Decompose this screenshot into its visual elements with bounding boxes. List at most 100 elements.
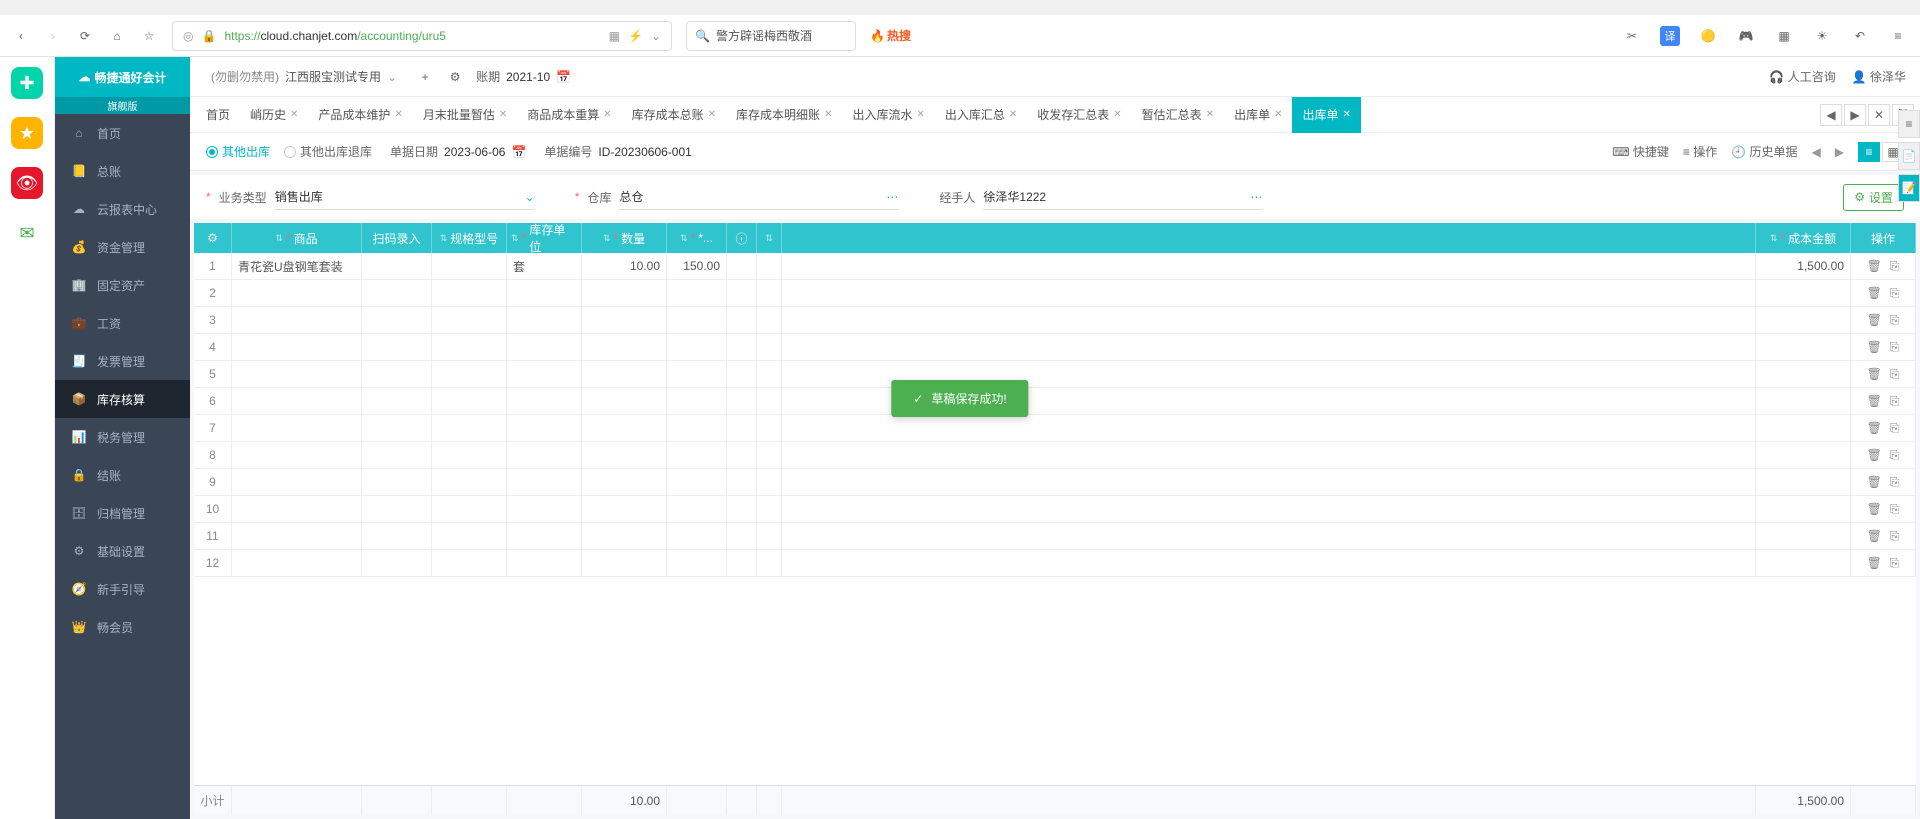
col-help[interactable]: ⓘ — [727, 223, 757, 253]
cell-unit[interactable] — [507, 550, 582, 576]
tab-next[interactable]: ▶ — [1844, 104, 1866, 126]
sidebar-item-3[interactable]: 💰资金管理 — [55, 228, 190, 266]
cell-price[interactable] — [667, 523, 727, 549]
table-row[interactable]: 3🗑⎘ — [194, 307, 1916, 334]
star-icon[interactable]: ☆ — [140, 27, 158, 45]
tab-11[interactable]: 出库单✕ — [1224, 97, 1292, 133]
close-icon[interactable]: ✕ — [1274, 109, 1282, 120]
cell-price[interactable] — [667, 307, 727, 333]
ops-link[interactable]: ≡ 操作 — [1683, 143, 1717, 160]
cell-scan[interactable] — [362, 253, 432, 279]
copy-icon[interactable]: ⎘ — [1890, 502, 1900, 517]
next-doc[interactable]: ▶ — [1835, 145, 1844, 159]
sun-icon[interactable]: ☀ — [1812, 26, 1832, 46]
tab-8[interactable]: 出入库汇总✕ — [935, 97, 1027, 133]
cell-unit[interactable]: 套 — [507, 253, 582, 279]
cell-amount[interactable] — [1756, 469, 1851, 495]
cell-spec[interactable] — [432, 388, 507, 414]
menu-icon[interactable]: ≡ — [1888, 26, 1908, 46]
cell-product[interactable] — [232, 388, 362, 414]
delete-icon[interactable]: 🗑 — [1867, 556, 1882, 570]
cell-product[interactable] — [232, 415, 362, 441]
reload-icon[interactable]: ⟳ — [76, 27, 94, 45]
table-row[interactable]: 4🗑⎘ — [194, 334, 1916, 361]
forward-icon[interactable]: › — [44, 27, 62, 45]
cell-unit[interactable] — [507, 523, 582, 549]
close-icon[interactable]: ✕ — [1343, 109, 1351, 120]
gear-icon[interactable]: ⚙ — [446, 68, 464, 86]
table-row[interactable]: 8🗑⎘ — [194, 442, 1916, 469]
delete-icon[interactable]: 🗑 — [1867, 529, 1882, 543]
tab-6[interactable]: 库存成本明细账✕ — [726, 97, 842, 133]
table-row[interactable]: 9🗑⎘ — [194, 469, 1916, 496]
tab-9[interactable]: 收发存汇总表✕ — [1027, 97, 1131, 133]
sidebar-item-1[interactable]: 📒总账 — [55, 152, 190, 190]
col-spec[interactable]: ⇅规格型号 — [432, 223, 507, 253]
col-gear[interactable]: ⚙ — [194, 223, 232, 253]
delete-icon[interactable]: 🗑 — [1867, 367, 1882, 381]
tab-0[interactable]: 首页 — [196, 97, 240, 133]
cell-amount[interactable] — [1756, 523, 1851, 549]
col-scan[interactable]: 扫码录入 — [362, 223, 432, 253]
cell-amount[interactable] — [1756, 334, 1851, 360]
cell-price[interactable] — [667, 280, 727, 306]
apps-icon[interactable]: ▦ — [1774, 26, 1794, 46]
cell-spec[interactable] — [432, 523, 507, 549]
cell-product[interactable] — [232, 523, 362, 549]
cell-spec[interactable] — [432, 550, 507, 576]
cell-product[interactable] — [232, 307, 362, 333]
copy-icon[interactable]: ⎘ — [1890, 367, 1900, 382]
delete-icon[interactable]: 🗑 — [1867, 502, 1882, 516]
translate-icon[interactable]: 译 — [1660, 26, 1680, 46]
rail-mail-icon[interactable]: ✉ — [11, 217, 43, 249]
org-selector[interactable]: (勿删勿禁用) 江西服宝测试专用 ⌄ — [204, 64, 404, 89]
cell-qty[interactable] — [582, 361, 667, 387]
cell-scan[interactable] — [362, 361, 432, 387]
col-unit[interactable]: ⇅*库存单位 — [507, 223, 582, 253]
cell-spec[interactable] — [432, 442, 507, 468]
delete-icon[interactable]: 🗑 — [1867, 259, 1882, 273]
sidebar-item-4[interactable]: 🏢固定资产 — [55, 266, 190, 304]
cell-scan[interactable] — [362, 550, 432, 576]
hot-badge[interactable]: 🔥热搜 — [870, 27, 911, 44]
back-icon[interactable]: ‹ — [12, 27, 30, 45]
copy-icon[interactable]: ⎘ — [1890, 529, 1900, 544]
close-icon[interactable]: ✕ — [708, 109, 716, 120]
cell-qty[interactable] — [582, 388, 667, 414]
search-bar[interactable]: 🔍 警方辟谣梅西敬酒 — [686, 21, 856, 51]
rail-weibo-icon[interactable]: 👁 — [11, 167, 43, 199]
shortcut-link[interactable]: ⌨ 快捷键 — [1612, 143, 1669, 160]
history-link[interactable]: 🕘 历史单据 — [1731, 143, 1797, 160]
cell-product[interactable] — [232, 361, 362, 387]
table-row[interactable]: 1青花瓷U盘钢笔套装套10.00150.001,500.00🗑⎘ — [194, 253, 1916, 280]
cell-spec[interactable] — [432, 280, 507, 306]
cell-unit[interactable] — [507, 469, 582, 495]
tab-5[interactable]: 库存成本总账✕ — [622, 97, 726, 133]
cell-price[interactable] — [667, 415, 727, 441]
rail-doc-icon[interactable]: 📄 — [1898, 142, 1920, 170]
copy-icon[interactable]: ⎘ — [1890, 556, 1900, 571]
handler-field[interactable]: 经手人 徐泽华1222⋯ — [939, 184, 1263, 210]
copy-icon[interactable]: ⎘ — [1890, 313, 1900, 328]
cell-product[interactable] — [232, 334, 362, 360]
table-row[interactable]: 6🗑⎘ — [194, 388, 1916, 415]
cell-price[interactable]: 150.00 — [667, 253, 727, 279]
cell-qty[interactable]: 10.00 — [582, 253, 667, 279]
table-row[interactable]: 7🗑⎘ — [194, 415, 1916, 442]
cell-product[interactable]: 青花瓷U盘钢笔套装 — [232, 253, 362, 279]
tab-close-all[interactable]: ✕ — [1868, 104, 1890, 126]
sidebar-item-11[interactable]: ⚙基础设置 — [55, 532, 190, 570]
scissors-icon[interactable]: ✂ — [1622, 26, 1642, 46]
copy-icon[interactable]: ⎘ — [1890, 286, 1900, 301]
col-amount[interactable]: ⇅*成本金额 — [1756, 223, 1851, 253]
sidebar-item-9[interactable]: 🔒结账 — [55, 456, 190, 494]
close-icon[interactable]: ✕ — [1009, 109, 1017, 120]
delete-icon[interactable]: 🗑 — [1867, 448, 1882, 462]
cell-amount[interactable]: 1,500.00 — [1756, 253, 1851, 279]
col-price[interactable]: ⇅**... — [667, 223, 727, 253]
cell-amount[interactable] — [1756, 388, 1851, 414]
close-icon[interactable]: ✕ — [916, 109, 924, 120]
cell-qty[interactable] — [582, 415, 667, 441]
coin-icon[interactable]: 🟡 — [1698, 26, 1718, 46]
cell-qty[interactable] — [582, 442, 667, 468]
